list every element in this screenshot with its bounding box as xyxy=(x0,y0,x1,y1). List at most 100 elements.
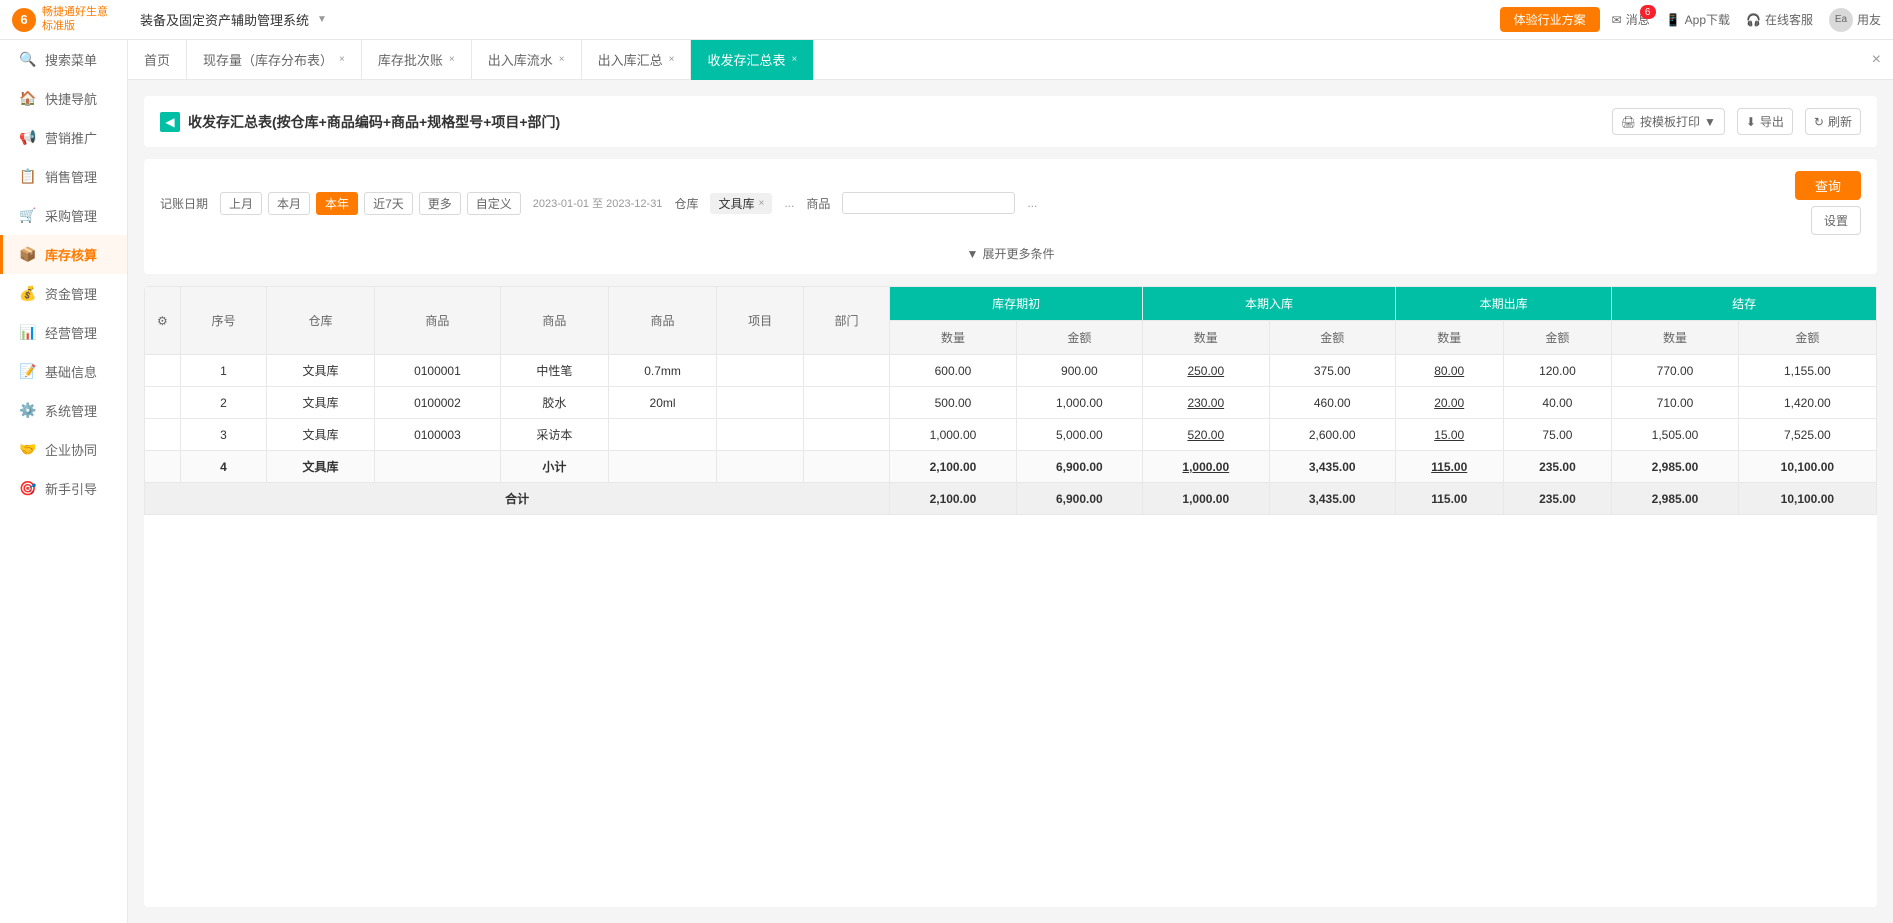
sidebar-item-label: 企业协同 xyxy=(45,440,97,459)
date-prev-month[interactable]: 上月 xyxy=(220,192,262,215)
row-in-amt: 2,600.00 xyxy=(1269,419,1395,451)
settings-button[interactable]: 设置 xyxy=(1811,206,1861,235)
tab-home-label: 首页 xyxy=(144,50,170,69)
col-opening-amt: 金额 xyxy=(1016,321,1142,355)
print-dropdown-icon: ▼ xyxy=(1704,115,1716,129)
sidebar-item-finance[interactable]: 💰 资金管理 xyxy=(0,274,127,313)
expand-icon: ▼ xyxy=(967,247,979,261)
product-filter-input[interactable] xyxy=(842,192,1015,214)
tab-bar-close-all[interactable]: × xyxy=(1860,51,1893,69)
sidebar-item-label: 快捷导航 xyxy=(45,89,97,108)
sidebar-item-basic[interactable]: 📝 基础信息 xyxy=(0,352,127,391)
download-action[interactable]: 📱 App下载 xyxy=(1666,11,1730,28)
logo-icon: 6 xyxy=(12,8,36,32)
sidebar-item-purchase[interactable]: 🛒 采购管理 xyxy=(0,196,127,235)
col-dept-header: 部门 xyxy=(803,287,889,355)
date-7days[interactable]: 近7天 xyxy=(364,192,413,215)
row-in-qty[interactable]: 250.00 xyxy=(1143,355,1269,387)
subtotal-name: 小计 xyxy=(501,451,609,483)
message-action[interactable]: ✉ 消息 6 xyxy=(1612,11,1650,28)
expand-conditions-button[interactable]: ▼ 展开更多条件 xyxy=(967,245,1055,262)
basic-icon: 📝 xyxy=(19,363,37,380)
date-buttons: 上月 本月 本年 近7天 更多 自定义 xyxy=(220,192,521,215)
tab-inout-flow-close[interactable]: × xyxy=(559,54,565,65)
tab-batch-close[interactable]: × xyxy=(449,54,455,65)
col-opening-group: 库存期初 xyxy=(890,287,1143,321)
tab-inout-flow[interactable]: 出入库流水 × xyxy=(472,40,582,80)
row-out-amt: 40.00 xyxy=(1503,387,1612,419)
filter-action-buttons: 查询 设置 xyxy=(1795,171,1861,235)
system-dropdown-icon[interactable]: ▼ xyxy=(317,14,327,25)
date-cur-year[interactable]: 本年 xyxy=(316,192,358,215)
export-button[interactable]: ⬇ 导出 xyxy=(1737,108,1793,135)
tab-receive-summary[interactable]: 收发存汇总表 × xyxy=(691,40,814,80)
tab-receive-summary-close[interactable]: × xyxy=(791,54,797,65)
user-action[interactable]: Ea 用友 xyxy=(1829,8,1881,32)
date-custom[interactable]: 自定义 xyxy=(467,192,521,215)
sidebar-item-quick[interactable]: 🏠 快捷导航 xyxy=(0,79,127,118)
collapse-icon: ◀ xyxy=(165,115,174,129)
date-cur-month[interactable]: 本月 xyxy=(268,192,310,215)
tab-inventory-dist[interactable]: 现存量（库存分布表） × xyxy=(187,40,362,80)
sidebar-item-search[interactable]: 🔍 搜索菜单 xyxy=(0,40,127,79)
sidebar-item-system[interactable]: ⚙️ 系统管理 xyxy=(0,391,127,430)
tab-inout-summary-close[interactable]: × xyxy=(669,54,675,65)
tab-home[interactable]: 首页 xyxy=(128,40,187,80)
tab-batch[interactable]: 库存批次账 × xyxy=(362,40,472,80)
sidebar-item-newbie[interactable]: 🎯 新手引导 xyxy=(0,469,127,508)
row-out-qty[interactable]: 80.00 xyxy=(1395,355,1503,387)
row-out-amt: 120.00 xyxy=(1503,355,1612,387)
subtotal-in-qty[interactable]: 1,000.00 xyxy=(1143,451,1269,483)
row-in-qty[interactable]: 230.00 xyxy=(1143,387,1269,419)
col-closing-group: 结存 xyxy=(1612,287,1877,321)
home-icon: 🏠 xyxy=(19,90,37,107)
date-more[interactable]: 更多 xyxy=(419,192,461,215)
row-name: 胶水 xyxy=(501,387,609,419)
row-out-qty[interactable]: 20.00 xyxy=(1395,387,1503,419)
subtotal-no: 4 xyxy=(180,451,266,483)
row-in-amt: 375.00 xyxy=(1269,355,1395,387)
row-out-qty[interactable]: 15.00 xyxy=(1395,419,1503,451)
tab-inout-flow-label: 出入库流水 xyxy=(488,50,553,69)
subtotal-out-qty[interactable]: 115.00 xyxy=(1395,451,1503,483)
col-out-qty: 数量 xyxy=(1395,321,1503,355)
sidebar-item-operations[interactable]: 📊 经营管理 xyxy=(0,313,127,352)
row-close-qty: 1,505.00 xyxy=(1612,419,1738,451)
row-open-qty: 1,000.00 xyxy=(890,419,1016,451)
collapse-btn[interactable]: ◀ xyxy=(160,112,180,132)
service-action[interactable]: 🎧 在线客服 xyxy=(1746,11,1813,28)
warehouse-filter-label: 仓库 xyxy=(674,195,698,212)
sidebar-item-corp[interactable]: 🤝 企业协同 xyxy=(0,430,127,469)
col-in-group: 本期入库 xyxy=(1143,287,1396,321)
warehouse-tag-close[interactable]: × xyxy=(758,198,764,209)
row-project xyxy=(717,387,803,419)
warehouse-more[interactable]: ... xyxy=(784,196,794,210)
product-more[interactable]: ... xyxy=(1027,196,1037,210)
col-settings[interactable]: ⚙ xyxy=(145,287,181,355)
row-no: 2 xyxy=(180,387,266,419)
row-warehouse: 文具库 xyxy=(267,387,375,419)
sidebar-item-inventory[interactable]: 📦 库存核算 xyxy=(0,235,127,274)
query-button[interactable]: 查询 xyxy=(1795,171,1861,200)
total-in-qty: 1,000.00 xyxy=(1143,483,1269,515)
refresh-button[interactable]: ↻ 刷新 xyxy=(1805,108,1861,135)
expand-row: ▼ 展开更多条件 xyxy=(160,245,1861,262)
try-industry-button[interactable]: 体验行业方案 xyxy=(1500,7,1600,32)
sidebar-item-sales[interactable]: 📋 销售管理 xyxy=(0,157,127,196)
print-button[interactable]: 🖨 按模板打印 ▼ xyxy=(1612,108,1725,135)
page-title-bar: ◀ 收发存汇总表(按仓库+商品编码+商品+规格型号+项目+部门) 🖨 按模板打印… xyxy=(144,96,1877,147)
subtotal-in-amt: 3,435.00 xyxy=(1269,451,1395,483)
sidebar: 🔍 搜索菜单 🏠 快捷导航 📢 营销推广 📋 销售管理 🛒 采购管理 📦 库存核… xyxy=(0,40,128,923)
finance-icon: 💰 xyxy=(19,285,37,302)
row-in-qty[interactable]: 520.00 xyxy=(1143,419,1269,451)
tab-inout-summary[interactable]: 出入库汇总 × xyxy=(582,40,692,80)
system-name: 装备及固定资产辅助管理系统 xyxy=(140,10,309,29)
search-icon: 🔍 xyxy=(19,51,37,68)
sidebar-item-marketing[interactable]: 📢 营销推广 xyxy=(0,118,127,157)
subtotal-dept xyxy=(803,451,889,483)
row-spec xyxy=(608,419,717,451)
tab-inventory-dist-close[interactable]: × xyxy=(339,54,345,65)
row-warehouse: 文具库 xyxy=(267,355,375,387)
newbie-icon: 🎯 xyxy=(19,480,37,497)
row-project xyxy=(717,355,803,387)
